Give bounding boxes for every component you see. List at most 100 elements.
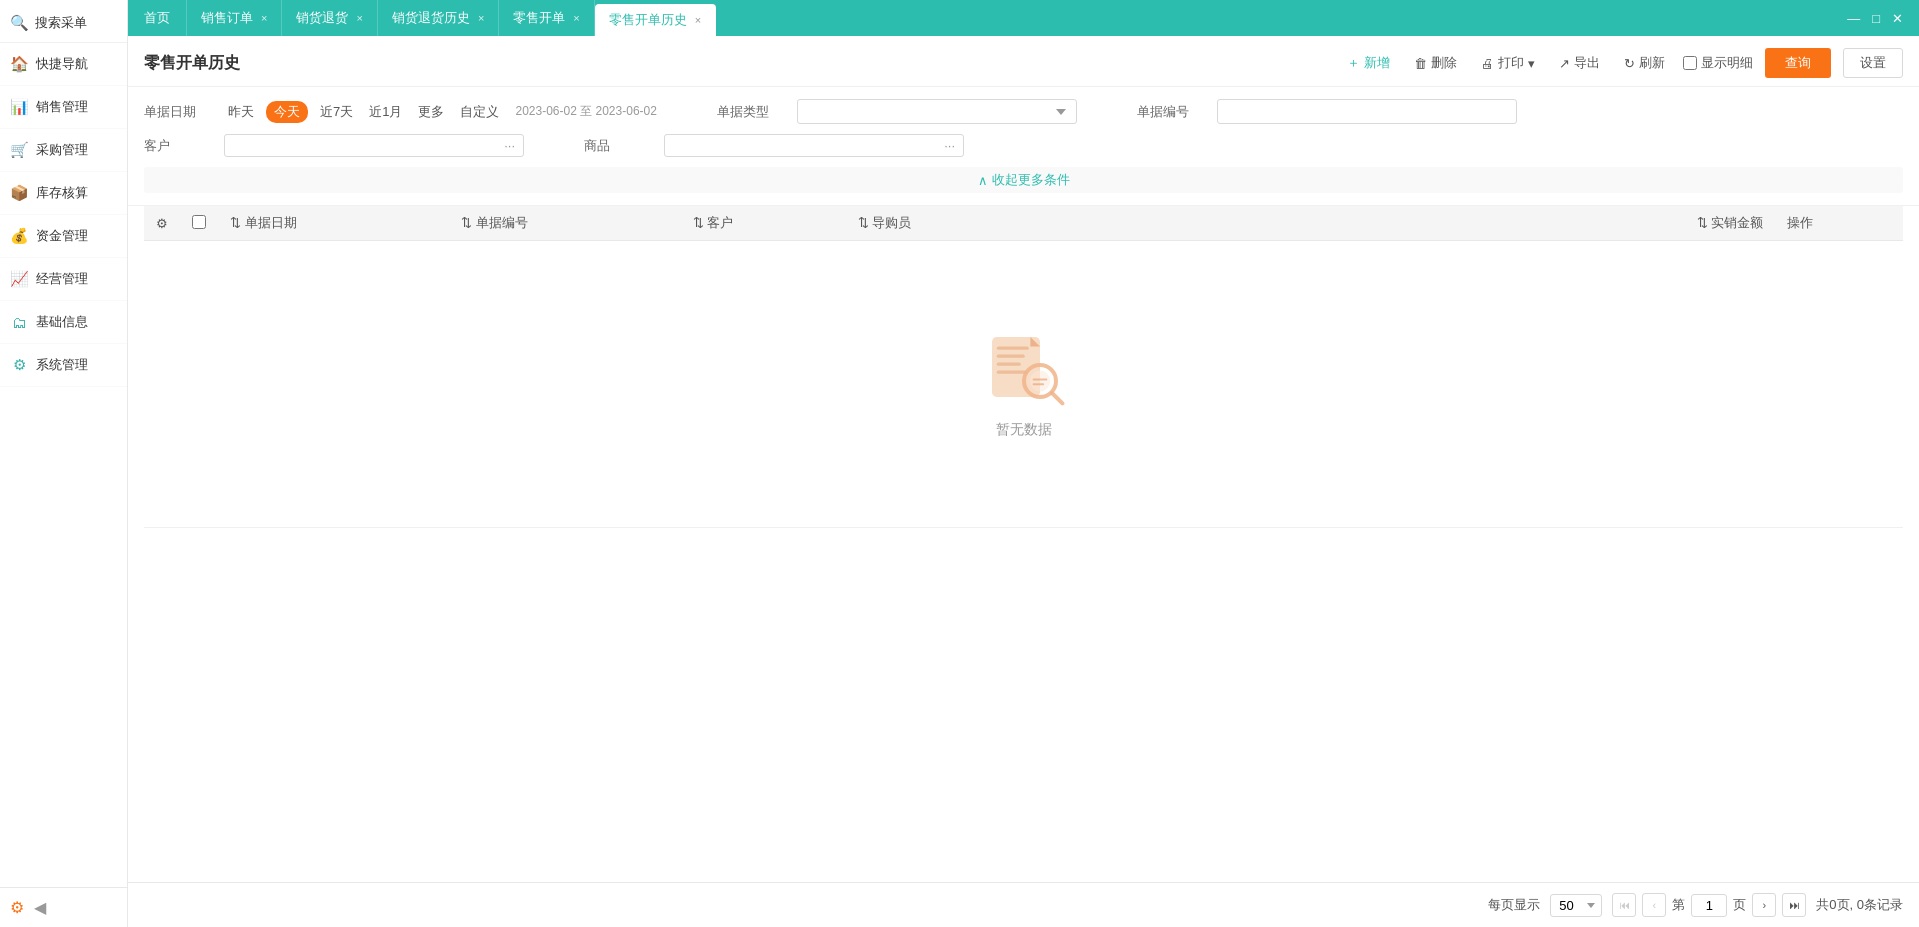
display-detail-label: 显示明细 <box>1701 54 1753 72</box>
collapse-more-btn[interactable]: ∧ 收起更多条件 <box>144 167 1903 193</box>
refresh-button[interactable]: ↻ 刷新 <box>1618 50 1671 76</box>
total-info: 共0页, 0条记录 <box>1816 896 1903 914</box>
filter-area: 单据日期 昨天 今天 近7天 近1月 更多 自定义 2023-06-02 至 2… <box>128 87 1919 206</box>
doc-type-select[interactable] <box>797 99 1077 124</box>
svg-rect-1 <box>996 347 1028 350</box>
empty-state: 暂无数据 <box>156 249 1891 519</box>
export-button[interactable]: ↗ 导出 <box>1553 50 1606 76</box>
table-header-row: ⚙ ⇅ 单据日期 ⇅ 单据编号 <box>144 206 1903 241</box>
window-maximize[interactable]: □ <box>1872 11 1880 26</box>
empty-text: 暂无数据 <box>996 421 1052 439</box>
sidebar-item-quick-nav[interactable]: 🏠 快捷导航 <box>0 43 127 86</box>
product-ellipsis-icon[interactable]: ··· <box>944 138 955 153</box>
column-settings-icon[interactable]: ⚙ <box>156 216 168 231</box>
display-detail-input[interactable] <box>1683 56 1697 70</box>
delete-button[interactable]: 🗑 删除 <box>1408 50 1463 76</box>
doc-no-filter-label: 单据编号 <box>1137 103 1197 121</box>
page-input[interactable] <box>1691 894 1727 917</box>
sidebar-item-inventory[interactable]: 📦 库存核算 <box>0 172 127 215</box>
first-page-btn[interactable]: ⏮ <box>1612 893 1636 917</box>
col-amount-sort-icon[interactable]: ⇅ <box>1697 215 1708 230</box>
date-today[interactable]: 今天 <box>266 101 308 123</box>
col-date-sort-icon[interactable]: ⇅ <box>230 215 241 230</box>
tab-home-label: 首页 <box>144 9 170 27</box>
tab-sales-order[interactable]: 销售订单 × <box>187 0 282 36</box>
customer-input[interactable] <box>233 138 504 153</box>
tab-sales-return-history[interactable]: 销货退货历史 × <box>378 0 499 36</box>
table-settings-th[interactable]: ⚙ <box>144 206 180 241</box>
date-yesterday[interactable]: 昨天 <box>224 101 258 123</box>
collapse-icon: ∧ <box>978 173 988 188</box>
cart-icon: 🛒 <box>10 141 28 159</box>
folder-icon: 🗂 <box>10 314 28 331</box>
table-head: ⚙ ⇅ 单据日期 ⇅ 单据编号 <box>144 206 1903 241</box>
sidebar-item-finance[interactable]: 💰 资金管理 <box>0 215 127 258</box>
gear-bottom-icon[interactable]: ⚙ <box>10 898 24 917</box>
tab-retail-open-history-close[interactable]: × <box>695 14 701 26</box>
tab-retail-open-history-label: 零售开单历史 <box>609 11 687 29</box>
tab-retail-open-history[interactable]: 零售开单历史 × <box>595 4 716 36</box>
customer-ellipsis-icon[interactable]: ··· <box>504 138 515 153</box>
date-last-month[interactable]: 近1月 <box>365 101 406 123</box>
next-page-btn[interactable]: › <box>1752 893 1776 917</box>
window-minimize[interactable]: — <box>1847 11 1860 26</box>
date-filter-label: 单据日期 <box>144 103 204 121</box>
tab-sales-return-history-close[interactable]: × <box>478 12 484 24</box>
sidebar-item-sales-mgmt[interactable]: 📊 销售管理 <box>0 86 127 129</box>
sidebar-search[interactable]: 🔍 搜索采单 <box>0 0 127 43</box>
product-filter-label: 商品 <box>584 137 644 155</box>
delete-icon: 🗑 <box>1414 56 1427 71</box>
export-label: 导出 <box>1574 54 1600 72</box>
tab-sales-return[interactable]: 销货退货 × <box>282 0 377 36</box>
tab-sales-order-label: 销售订单 <box>201 9 253 27</box>
page-content: 零售开单历史 ＋ 新增 🗑 删除 🖨 打印 ▾ ↗ 导出 <box>128 36 1919 927</box>
search-icon: 🔍 <box>10 14 29 32</box>
col-salesperson-sort-icon[interactable]: ⇅ <box>858 215 869 230</box>
table-footer: 每页显示 10 20 50 100 ⏮ ‹ 第 页 › ⏭ 共0页, 0条记录 <box>128 882 1919 927</box>
display-detail-checkbox[interactable]: 显示明细 <box>1683 54 1753 72</box>
select-all-checkbox[interactable] <box>192 215 206 229</box>
tab-sales-order-close[interactable]: × <box>261 12 267 24</box>
window-close[interactable]: ✕ <box>1892 11 1903 26</box>
page-label-pre: 第 <box>1672 896 1685 914</box>
date-more[interactable]: 更多 <box>414 101 448 123</box>
sidebar: 🔍 搜索采单 🏠 快捷导航 📊 销售管理 🛒 采购管理 📦 库存核算 💰 资金管… <box>0 0 128 927</box>
customer-filter-label: 客户 <box>144 137 204 155</box>
doc-type-filter-label: 单据类型 <box>717 103 777 121</box>
sidebar-item-label: 销售管理 <box>36 98 88 116</box>
sidebar-item-label: 系统管理 <box>36 356 88 374</box>
query-button[interactable]: 查询 <box>1765 48 1831 78</box>
col-spacer <box>1044 206 1544 241</box>
tab-sales-return-close[interactable]: × <box>356 12 362 24</box>
print-label: 打印 <box>1498 54 1524 72</box>
product-input[interactable] <box>673 138 944 153</box>
delete-label: 删除 <box>1431 54 1457 72</box>
page-size-label: 每页显示 <box>1488 896 1540 914</box>
print-button[interactable]: 🖨 打印 ▾ <box>1475 50 1541 76</box>
data-table: ⚙ ⇅ 单据日期 ⇅ 单据编号 <box>144 206 1903 528</box>
sidebar-item-operations[interactable]: 📈 经营管理 <box>0 258 127 301</box>
sidebar-item-label: 快捷导航 <box>36 55 88 73</box>
col-salesperson-label: 导购员 <box>872 215 911 230</box>
sidebar-bottom: ⚙ ◀ <box>0 887 127 927</box>
tab-sales-return-label: 销货退货 <box>296 9 348 27</box>
tab-home[interactable]: 首页 <box>128 0 187 36</box>
add-button[interactable]: ＋ 新增 <box>1341 50 1396 76</box>
print-icon: 🖨 <box>1481 56 1494 71</box>
tab-retail-open-close[interactable]: × <box>573 12 579 24</box>
page-size-select[interactable]: 10 20 50 100 <box>1550 894 1602 917</box>
sidebar-item-base-info[interactable]: 🗂 基础信息 <box>0 301 127 344</box>
setting-button[interactable]: 设置 <box>1843 48 1903 78</box>
col-no-sort-icon[interactable]: ⇅ <box>461 215 472 230</box>
tab-retail-open[interactable]: 零售开单 × <box>499 0 594 36</box>
sidebar-item-sys-mgmt[interactable]: ⚙ 系统管理 <box>0 344 127 387</box>
sidebar-item-purchase-mgmt[interactable]: 🛒 采购管理 <box>0 129 127 172</box>
last-page-btn[interactable]: ⏭ <box>1782 893 1806 917</box>
date-custom[interactable]: 自定义 <box>456 101 503 123</box>
doc-no-input[interactable] <box>1217 99 1517 124</box>
date-last7days[interactable]: 近7天 <box>316 101 357 123</box>
add-label: 新增 <box>1364 54 1390 72</box>
prev-page-btn[interactable]: ‹ <box>1642 893 1666 917</box>
col-customer-sort-icon[interactable]: ⇅ <box>693 215 704 230</box>
collapse-sidebar-icon[interactable]: ◀ <box>34 898 46 917</box>
